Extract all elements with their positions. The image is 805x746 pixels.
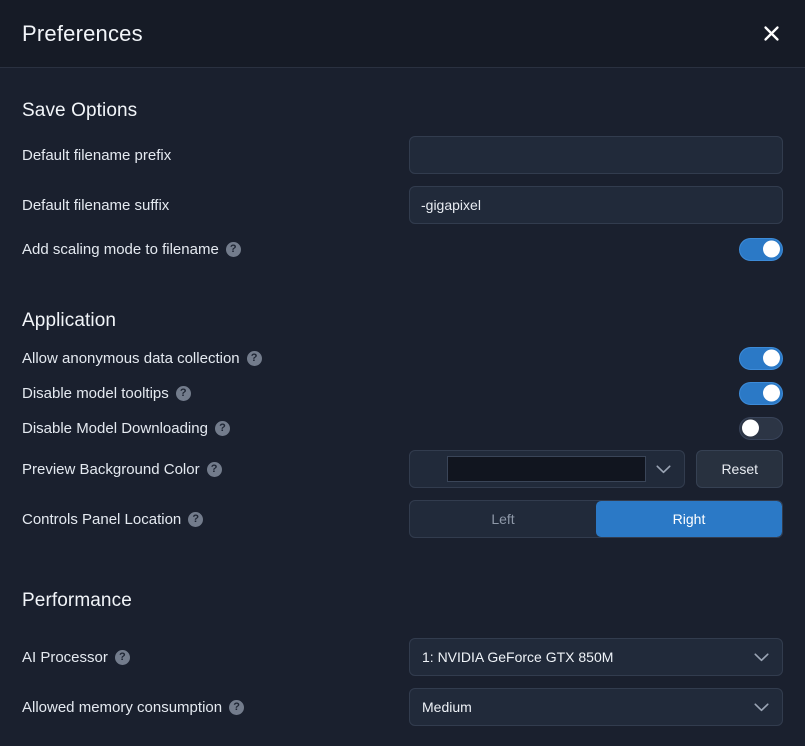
- preview-background-color-combobox[interactable]: [409, 450, 686, 488]
- label-text: Controls Panel Location: [22, 510, 182, 528]
- chevron-down-icon[interactable]: [646, 464, 680, 474]
- segment-left[interactable]: Left: [410, 501, 596, 537]
- preferences-content: Save Options Default filename prefix Def…: [0, 68, 805, 746]
- control-memory-consumption: Medium: [409, 688, 783, 726]
- anonymous-data-toggle[interactable]: [739, 346, 783, 370]
- row-preview-bg-color: Preview Background Color ? Reset: [22, 450, 783, 488]
- row-disable-tooltips: Disable model tooltips ?: [22, 376, 783, 410]
- label-memory-consumption: Allowed memory consumption ?: [22, 698, 245, 716]
- label-ai-processor: AI Processor ?: [22, 649, 130, 666]
- help-icon[interactable]: ?: [225, 241, 241, 257]
- label-text: Add scaling mode to filename: [22, 240, 219, 258]
- close-icon: [763, 26, 779, 41]
- label-text: Preview Background Color: [22, 460, 200, 478]
- help-icon[interactable]: ?: [229, 699, 245, 715]
- section-header-application: Application: [22, 304, 783, 338]
- control-disable-model-downloading: [409, 416, 783, 440]
- section-title-performance: Performance: [22, 590, 132, 611]
- control-disable-tooltips: [409, 381, 783, 405]
- label-disable-model-downloading: Disable Model Downloading ?: [22, 420, 230, 437]
- segment-right[interactable]: Right: [596, 501, 782, 537]
- label-text: Disable model tooltips: [22, 384, 169, 402]
- row-memory-consumption: Allowed memory consumption ? Medium: [22, 688, 783, 726]
- section-title-save-options: Save Options: [22, 100, 138, 121]
- ai-processor-selected-value: 1: NVIDIA GeForce GTX 850M: [422, 649, 614, 665]
- control-controls-panel-location: Left Right: [409, 500, 783, 538]
- row-filename-suffix: Default filename suffix: [22, 186, 783, 224]
- section-header-save-options: Save Options: [22, 94, 783, 128]
- label-anonymous-data: Allow anonymous data collection ?: [22, 350, 262, 367]
- label-text: Default filename prefix: [22, 146, 172, 164]
- label-preview-bg-color: Preview Background Color ?: [22, 461, 222, 478]
- help-icon[interactable]: ?: [114, 649, 130, 665]
- row-ai-processor: AI Processor ? 1: NVIDIA GeForce GTX 850…: [22, 638, 783, 676]
- memory-consumption-selected-value: Medium: [422, 699, 472, 715]
- toggle-knob: [763, 349, 780, 367]
- section-title-application: Application: [22, 310, 117, 331]
- controls-panel-location-segmented: Left Right: [409, 500, 783, 538]
- label-disable-tooltips: Disable model tooltips ?: [22, 385, 191, 402]
- window-titlebar: Preferences: [0, 0, 805, 68]
- add-scaling-mode-toggle[interactable]: [739, 237, 783, 261]
- label-text: AI Processor: [22, 648, 108, 666]
- filename-suffix-input[interactable]: [409, 186, 783, 224]
- close-button[interactable]: [753, 16, 789, 52]
- help-icon[interactable]: ?: [206, 461, 222, 477]
- row-anonymous-data: Allow anonymous data collection ?: [22, 341, 783, 375]
- chevron-down-icon[interactable]: [744, 652, 778, 662]
- control-preview-bg-color: Reset: [409, 450, 783, 488]
- label-text: Default filename suffix: [22, 196, 170, 214]
- help-icon[interactable]: ?: [214, 420, 230, 436]
- row-filename-prefix: Default filename prefix: [22, 136, 783, 174]
- label-controls-panel-location: Controls Panel Location ?: [22, 510, 204, 528]
- page-title: Preferences: [22, 20, 143, 46]
- control-ai-processor: 1: NVIDIA GeForce GTX 850M: [409, 638, 783, 676]
- label-filename-prefix: Default filename prefix: [22, 147, 171, 164]
- label-filename-suffix: Default filename suffix: [22, 197, 169, 214]
- label-add-scaling-mode: Add scaling mode to filename ?: [22, 241, 241, 258]
- help-icon[interactable]: ?: [246, 350, 262, 366]
- label-text: Disable Model Downloading: [22, 419, 208, 437]
- toggle-knob: [763, 384, 780, 402]
- toggle-knob: [742, 419, 759, 437]
- toggle-knob: [763, 240, 780, 258]
- row-disable-model-downloading: Disable Model Downloading ?: [22, 411, 783, 445]
- control-filename-prefix: [409, 136, 783, 174]
- disable-tooltips-toggle[interactable]: [739, 381, 783, 405]
- help-icon[interactable]: ?: [175, 385, 191, 401]
- row-controls-panel-location: Controls Panel Location ? Left Right: [22, 500, 783, 538]
- control-add-scaling-mode: [409, 237, 783, 261]
- disable-model-downloading-toggle[interactable]: [739, 416, 783, 440]
- label-text: Allow anonymous data collection: [22, 349, 240, 367]
- section-header-performance: Performance: [22, 584, 783, 618]
- ai-processor-select[interactable]: 1: NVIDIA GeForce GTX 850M: [409, 638, 783, 676]
- control-filename-suffix: [409, 186, 783, 224]
- color-swatch: [447, 456, 647, 482]
- filename-prefix-input[interactable]: [409, 136, 783, 174]
- help-icon[interactable]: ?: [188, 511, 204, 527]
- label-text: Allowed memory consumption: [22, 698, 223, 716]
- control-anonymous-data: [409, 346, 783, 370]
- chevron-down-icon[interactable]: [744, 702, 778, 712]
- reset-preview-background-color-button[interactable]: Reset: [696, 450, 783, 488]
- memory-consumption-select[interactable]: Medium: [409, 688, 783, 726]
- row-add-scaling-mode: Add scaling mode to filename ?: [22, 232, 783, 266]
